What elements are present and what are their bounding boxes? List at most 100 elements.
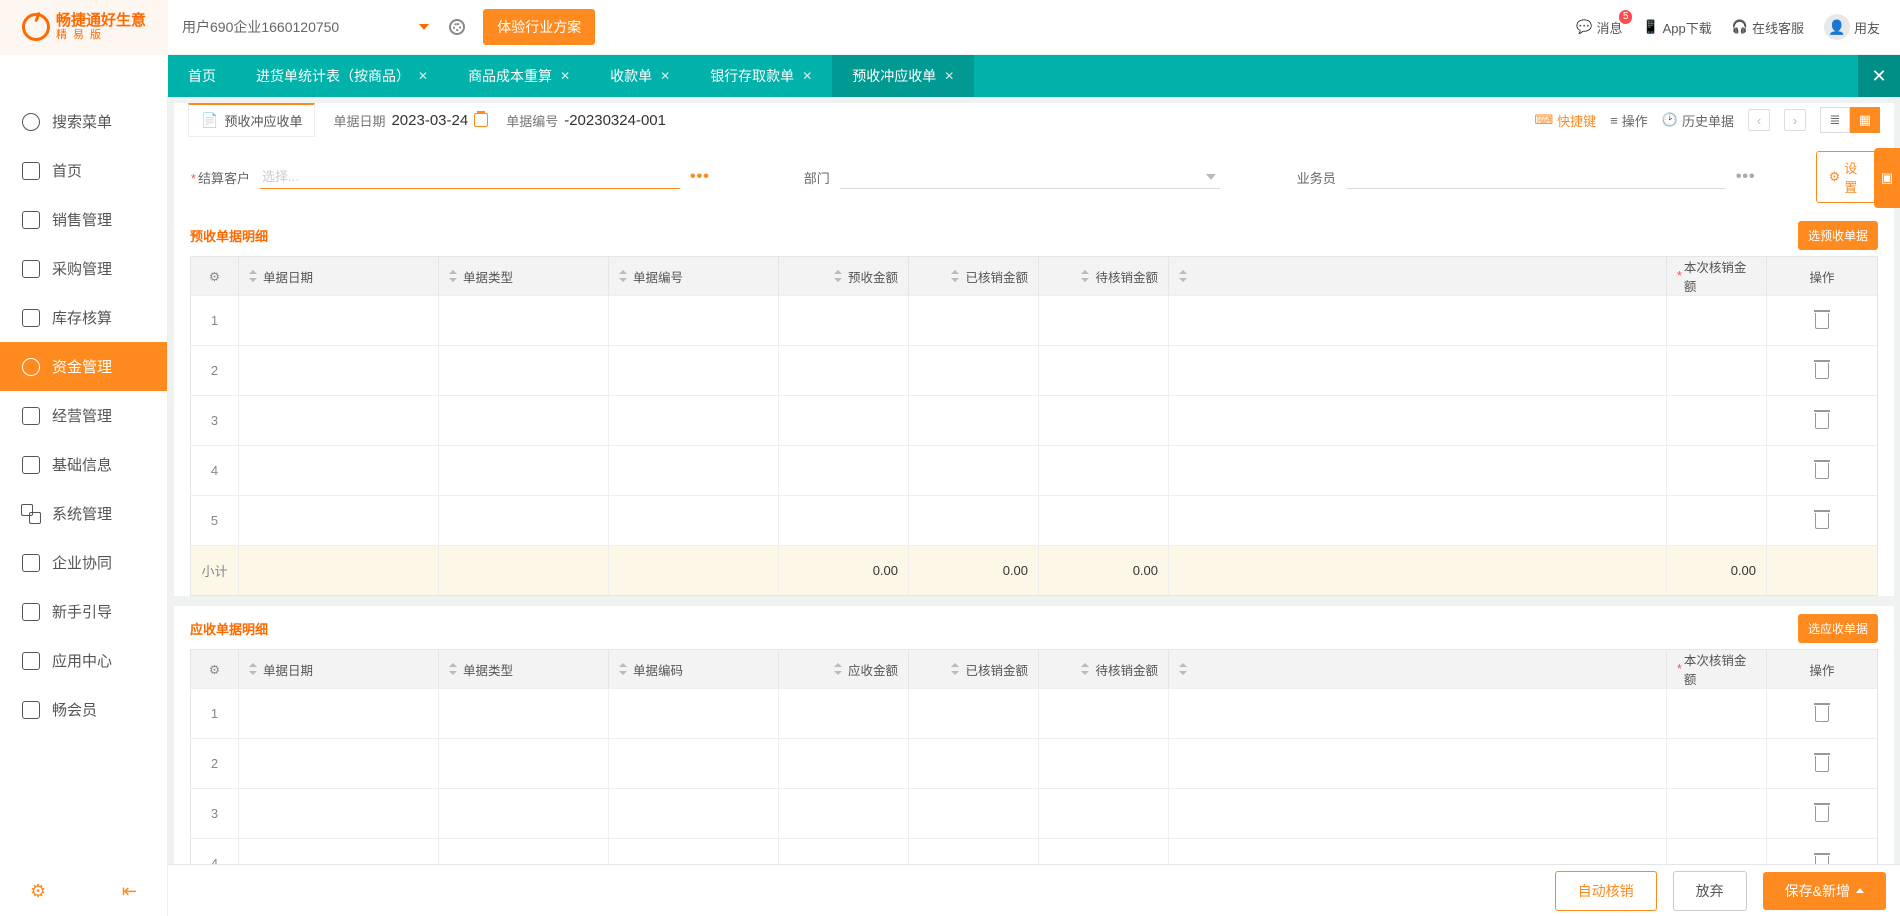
sort-icon — [1179, 270, 1187, 282]
sidebar-item-system[interactable]: 系统管理 — [0, 489, 167, 538]
sidebar-item-collab[interactable]: 企业协同 — [0, 538, 167, 587]
shortcut-link[interactable]: ⌨快捷键 — [1534, 111, 1596, 130]
close-icon[interactable]: ✕ — [660, 69, 670, 83]
pick-receivable-button[interactable]: 选应收单据 — [1798, 614, 1878, 643]
sort-icon — [249, 270, 257, 282]
sidebar-item-base[interactable]: 基础信息 — [0, 440, 167, 489]
date-value[interactable]: 2023-03-24 — [391, 112, 468, 129]
view-list[interactable]: ≣ — [1820, 107, 1850, 133]
salesman-picker[interactable]: ••• — [1736, 168, 1756, 186]
table-row[interactable]: 3 — [191, 395, 1877, 445]
col-gear[interactable]: ⚙ — [191, 257, 239, 295]
close-icon[interactable]: ✕ — [418, 69, 428, 83]
calendar-icon[interactable] — [474, 113, 488, 127]
delete-icon[interactable] — [1815, 313, 1829, 329]
history-link[interactable]: 🕑历史单据 — [1662, 111, 1734, 130]
dept-label: 部门 — [770, 168, 830, 187]
customer-picker[interactable]: ••• — [690, 168, 710, 186]
tab-purchase-stats[interactable]: 进货单统计表（按商品）✕ — [236, 55, 448, 97]
salesman-input[interactable] — [1346, 165, 1726, 189]
table-row[interactable]: 3 — [191, 788, 1877, 838]
close-all-tabs[interactable]: ✕ — [1858, 55, 1900, 97]
col-verified[interactable]: 已核销金额 — [909, 650, 1039, 688]
sidebar-item-purchase[interactable]: 采购管理 — [0, 244, 167, 293]
col-type[interactable]: 单据类型 — [439, 257, 609, 295]
doc-tab[interactable]: 📄 预收冲应收单 — [188, 103, 315, 137]
app-download-link[interactable]: 📱 App下载 — [1642, 18, 1711, 37]
col-pending[interactable]: 待核销金额 — [1039, 257, 1169, 295]
chevron-down-icon[interactable] — [1206, 174, 1216, 180]
tab-receipt[interactable]: 收款单✕ — [590, 55, 690, 97]
col-gear[interactable]: ⚙ — [191, 650, 239, 688]
close-icon[interactable]: ✕ — [802, 69, 812, 83]
delete-icon[interactable] — [1815, 363, 1829, 379]
save-new-button[interactable]: 保存&新增 — [1763, 872, 1886, 910]
sidebar-item-funds[interactable]: 资金管理 — [0, 342, 167, 391]
col-code[interactable]: 单据编号 — [609, 257, 779, 295]
delete-icon[interactable] — [1815, 413, 1829, 429]
next-button[interactable]: › — [1784, 109, 1806, 131]
logo[interactable]: 畅捷通好生意 精易版 — [0, 0, 168, 55]
customer-input[interactable] — [260, 165, 680, 189]
user-menu[interactable]: 👤 用友 — [1824, 14, 1880, 40]
col-type[interactable]: 单据类型 — [439, 650, 609, 688]
list-icon — [22, 456, 40, 474]
col-pending[interactable]: 待核销金额 — [1039, 650, 1169, 688]
col-verified[interactable]: 已核销金额 — [909, 257, 1039, 295]
settings-button[interactable]: ⚙ 设置 — [1816, 151, 1878, 203]
customer-service-link[interactable]: 🎧 在线客服 — [1732, 18, 1804, 37]
sidebar-item-operation[interactable]: 经营管理 — [0, 391, 167, 440]
sidebar-item-member[interactable]: 畅会员 — [0, 685, 167, 734]
col-prepay-amount[interactable]: 预收金额 — [779, 257, 909, 295]
table-row[interactable]: 2 — [191, 345, 1877, 395]
company-selector[interactable]: 用户690企业1660120750 — [182, 17, 429, 37]
sort-icon — [619, 663, 627, 675]
sidebar-item-home[interactable]: 首页 — [0, 146, 167, 195]
sidebar-item-search[interactable]: 搜索菜单 — [0, 97, 167, 146]
prepay-grid: ⚙ 单据日期 单据类型 单据编号 预收金额 已核销金额 待核销金额 *本次核销金… — [190, 256, 1878, 596]
col-receivable-amount[interactable]: 应收金额 — [779, 650, 909, 688]
dept-input[interactable] — [840, 165, 1220, 189]
tab-cost-recalc[interactable]: 商品成本重算✕ — [448, 55, 590, 97]
table-row[interactable]: 4 — [191, 445, 1877, 495]
tab-prepay-offset[interactable]: 预收冲应收单✕ — [832, 55, 974, 97]
sidebar-item-guide[interactable]: 新手引导 — [0, 587, 167, 636]
headset-icon: 🎧 — [1732, 19, 1748, 35]
table-row[interactable]: 1 — [191, 295, 1877, 345]
vip-icon — [22, 701, 40, 719]
col-date[interactable]: 单据日期 — [239, 257, 439, 295]
delete-icon[interactable] — [1815, 806, 1829, 822]
auto-verify-button[interactable]: 自动核销 — [1555, 871, 1657, 911]
delete-icon[interactable] — [1815, 706, 1829, 722]
apps-icon — [22, 652, 40, 670]
close-icon[interactable]: ✕ — [560, 69, 570, 83]
right-rail-toggle[interactable]: ▣ — [1874, 148, 1900, 208]
view-card[interactable]: ▦ — [1850, 107, 1880, 133]
delete-icon[interactable] — [1815, 463, 1829, 479]
delete-icon[interactable] — [1815, 513, 1829, 529]
tab-home[interactable]: 首页 — [168, 55, 236, 97]
sidebar-item-inventory[interactable]: 库存核算 — [0, 293, 167, 342]
sidebar-collapse-icon[interactable]: ⇤ — [122, 881, 137, 902]
operate-link[interactable]: ≡操作 — [1610, 111, 1648, 130]
discard-button[interactable]: 放弃 — [1673, 871, 1747, 911]
trial-button[interactable]: 体验行业方案 — [483, 9, 595, 45]
table-row[interactable]: 5 — [191, 495, 1877, 545]
delete-icon[interactable] — [1815, 756, 1829, 772]
table-row[interactable]: 2 — [191, 738, 1877, 788]
col-date[interactable]: 单据日期 — [239, 650, 439, 688]
col-this-verify[interactable]: *本次核销金额 — [1667, 257, 1767, 295]
table-row[interactable]: 1 — [191, 688, 1877, 738]
col-this-verify[interactable]: *本次核销金额 — [1667, 650, 1767, 688]
close-icon[interactable]: ✕ — [944, 69, 954, 83]
pick-prepay-button[interactable]: 选预收单据 — [1798, 221, 1878, 250]
prev-button[interactable]: ‹ — [1748, 109, 1770, 131]
tab-bank[interactable]: 银行存取款单✕ — [690, 55, 832, 97]
sidebar-item-sales[interactable]: 销售管理 — [0, 195, 167, 244]
coin-icon — [22, 358, 40, 376]
sidebar-settings-icon[interactable]: ⚙ — [30, 881, 46, 902]
col-code[interactable]: 单据编码 — [609, 650, 779, 688]
sidebar-item-apps[interactable]: 应用中心 — [0, 636, 167, 685]
gear-icon[interactable] — [449, 19, 465, 35]
messages-link[interactable]: 💬 消息 5 — [1576, 18, 1622, 37]
